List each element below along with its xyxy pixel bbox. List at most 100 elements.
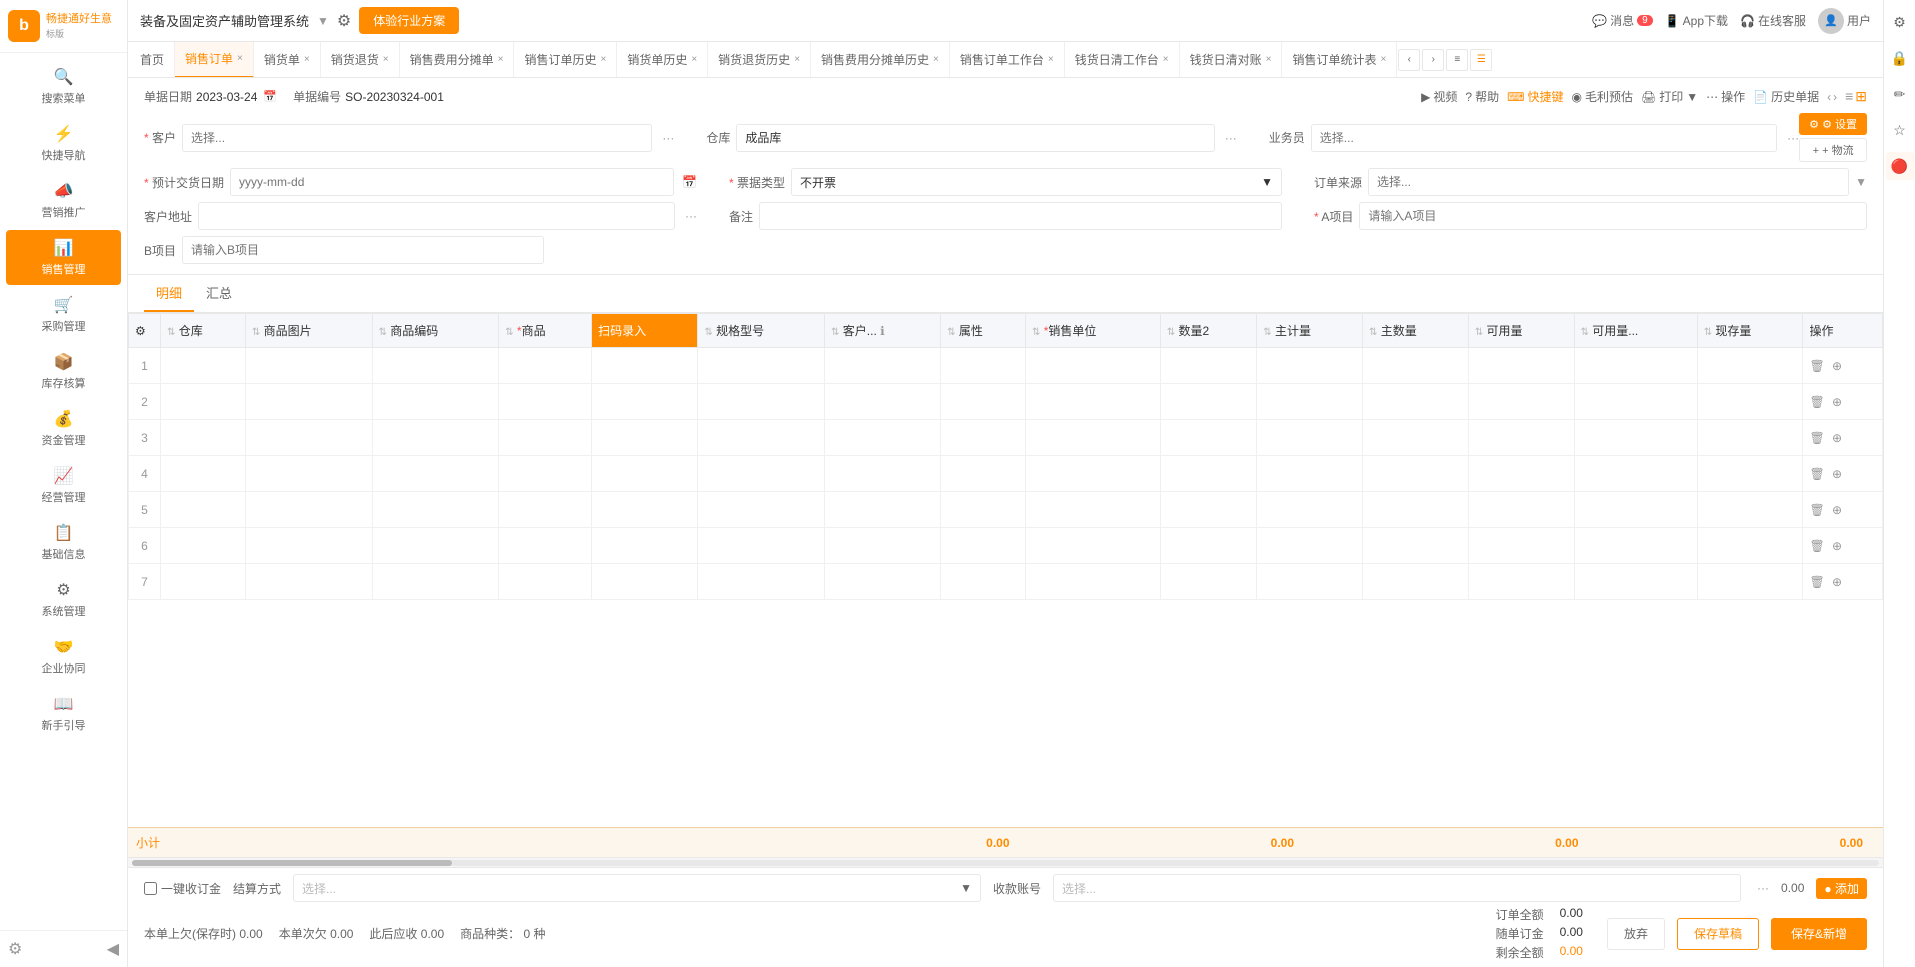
row-4-attribute[interactable] — [941, 456, 1026, 492]
row-4-product[interactable] — [499, 456, 592, 492]
right-icon-settings[interactable]: ⚙ — [1886, 8, 1914, 36]
th-scan[interactable]: 扫码录入 — [592, 314, 698, 348]
row-6-sales-unit[interactable] — [1025, 528, 1160, 564]
tab-home[interactable]: 首页 — [130, 42, 175, 78]
row-1-main-qty[interactable] — [1362, 348, 1468, 384]
grid-view-btn[interactable]: ⊞ — [1855, 88, 1867, 105]
row-1-scan[interactable] — [592, 348, 698, 384]
row-2-qty2[interactable] — [1160, 384, 1256, 420]
row-3-scan[interactable] — [592, 420, 698, 456]
add-payment-btn[interactable]: ● 添加 — [1816, 878, 1867, 899]
settings-icon[interactable]: ⚙ — [337, 11, 351, 31]
row-6-current-stock[interactable] — [1697, 528, 1803, 564]
right-icon-alert[interactable]: 🔴 — [1886, 152, 1914, 180]
row-6-customer-order[interactable] — [825, 528, 941, 564]
delivery-date-calendar-icon[interactable]: 📅 — [682, 175, 697, 189]
tab-invoice-history[interactable]: 销货单历史 × — [617, 42, 708, 78]
row-5-sales-unit[interactable] — [1025, 492, 1160, 528]
row-4-current-stock[interactable] — [1697, 456, 1803, 492]
sidebar-item-sales[interactable]: 📊 销售管理 — [6, 230, 121, 285]
row-5-spec[interactable] — [698, 492, 825, 528]
horizontal-scrollbar[interactable] — [128, 857, 1883, 867]
row-7-scan[interactable] — [592, 564, 698, 600]
row-6-product[interactable] — [499, 528, 592, 564]
addr-more-btn[interactable]: ··· — [685, 209, 697, 223]
row-2-available[interactable] — [1468, 384, 1574, 420]
row-2-customer-order[interactable] — [825, 384, 941, 420]
message-icon-item[interactable]: 💬 消息 9 — [1592, 12, 1653, 29]
warehouse-more-btn[interactable]: ··· — [1225, 131, 1237, 145]
row-3-warehouse[interactable] — [161, 420, 246, 456]
row-5-attribute[interactable] — [941, 492, 1026, 528]
print-btn[interactable]: 🖨 打印 ▼ — [1641, 88, 1698, 105]
row-5-customer-order[interactable] — [825, 492, 941, 528]
row-2-warehouse[interactable] — [161, 384, 246, 420]
row-2-main-qty[interactable] — [1362, 384, 1468, 420]
row-5-available2[interactable] — [1574, 492, 1697, 528]
row-5-delete-btn[interactable]: 🗑 — [1809, 503, 1824, 517]
settings-button[interactable]: ⚙ ⚙ 设置 — [1799, 113, 1867, 135]
row-7-current-stock[interactable] — [1697, 564, 1803, 600]
row-3-delete-btn[interactable]: 🗑 — [1809, 431, 1824, 445]
remark-input[interactable] — [759, 202, 1282, 230]
collapse-icon[interactable]: ◀ — [107, 939, 119, 959]
row-2-delete-btn[interactable]: 🗑 — [1809, 395, 1824, 409]
row-3-main-qty[interactable] — [1362, 420, 1468, 456]
salesperson-more-btn[interactable]: ··· — [1787, 131, 1799, 145]
row-3-customer-order[interactable] — [825, 420, 941, 456]
tab-summary[interactable]: 汇总 — [194, 275, 244, 312]
delivery-date-input[interactable] — [230, 168, 674, 196]
sidebar-item-quicknav[interactable]: ⚡ 快捷导航 — [6, 116, 121, 171]
row-7-delete-btn[interactable]: 🗑 — [1809, 575, 1824, 589]
payment-method-select[interactable]: 选择... ▼ — [293, 874, 981, 902]
sidebar-item-guide[interactable]: 📖 新手引导 — [6, 686, 121, 741]
save-draft-button[interactable]: 保存草稿 — [1677, 918, 1759, 950]
row-6-spec[interactable] — [698, 528, 825, 564]
view-btn[interactable]: ▶ 视频 — [1421, 88, 1457, 105]
tab-reconcile-close[interactable]: × — [1266, 54, 1272, 65]
tab-return-history[interactable]: 销货退货历史 × — [708, 42, 811, 78]
row-5-warehouse[interactable] — [161, 492, 246, 528]
tab-sales-order[interactable]: 销售订单 × — [175, 42, 254, 78]
row-1-customer-order[interactable] — [825, 348, 941, 384]
row-5-main-qty[interactable] — [1362, 492, 1468, 528]
row-7-customer-order[interactable] — [825, 564, 941, 600]
row-5-product[interactable] — [499, 492, 592, 528]
row-1-attribute[interactable] — [941, 348, 1026, 384]
row-4-spec[interactable] — [698, 456, 825, 492]
row-5-product-code[interactable] — [372, 492, 499, 528]
row-6-product-image[interactable] — [245, 528, 372, 564]
row-2-current-stock[interactable] — [1697, 384, 1803, 420]
row-4-available[interactable] — [1468, 456, 1574, 492]
row-1-product[interactable] — [499, 348, 592, 384]
tab-daily-workbench[interactable]: 钱货日清工作台 × — [1065, 42, 1180, 78]
row-2-attribute[interactable] — [941, 384, 1026, 420]
row-4-product-code[interactable] — [372, 456, 499, 492]
tab-fee-history-close[interactable]: × — [933, 54, 939, 65]
row-4-customer-order[interactable] — [825, 456, 941, 492]
th-settings[interactable]: ⚙ — [129, 314, 161, 348]
row-6-available2[interactable] — [1574, 528, 1697, 564]
row-4-scan[interactable] — [592, 456, 698, 492]
row-6-main-unit[interactable] — [1257, 528, 1363, 564]
row-6-attribute[interactable] — [941, 528, 1026, 564]
row-6-available[interactable] — [1468, 528, 1574, 564]
row-1-product-image[interactable] — [245, 348, 372, 384]
row-5-main-unit[interactable] — [1257, 492, 1363, 528]
solution-btn[interactable]: 体验行业方案 — [359, 7, 459, 34]
tab-sales-return[interactable]: 销货退货 × — [321, 42, 400, 78]
row-3-product[interactable] — [499, 420, 592, 456]
dropdown-arrow[interactable]: ▼ — [317, 14, 329, 28]
tab-sales-fee[interactable]: 销售费用分摊单 × — [400, 42, 515, 78]
row-1-available2[interactable] — [1574, 348, 1697, 384]
row-7-main-qty[interactable] — [1362, 564, 1468, 600]
row-2-product-image[interactable] — [245, 384, 372, 420]
row-7-main-unit[interactable] — [1257, 564, 1363, 600]
tab-detail[interactable]: 明细 — [144, 275, 194, 312]
sidebar-item-operations[interactable]: 📈 经营管理 — [6, 458, 121, 513]
row-2-main-unit[interactable] — [1257, 384, 1363, 420]
operations-btn[interactable]: ⋯ 操作 — [1706, 88, 1745, 105]
row-4-warehouse[interactable] — [161, 456, 246, 492]
row-5-available[interactable] — [1468, 492, 1574, 528]
row-3-available2[interactable] — [1574, 420, 1697, 456]
